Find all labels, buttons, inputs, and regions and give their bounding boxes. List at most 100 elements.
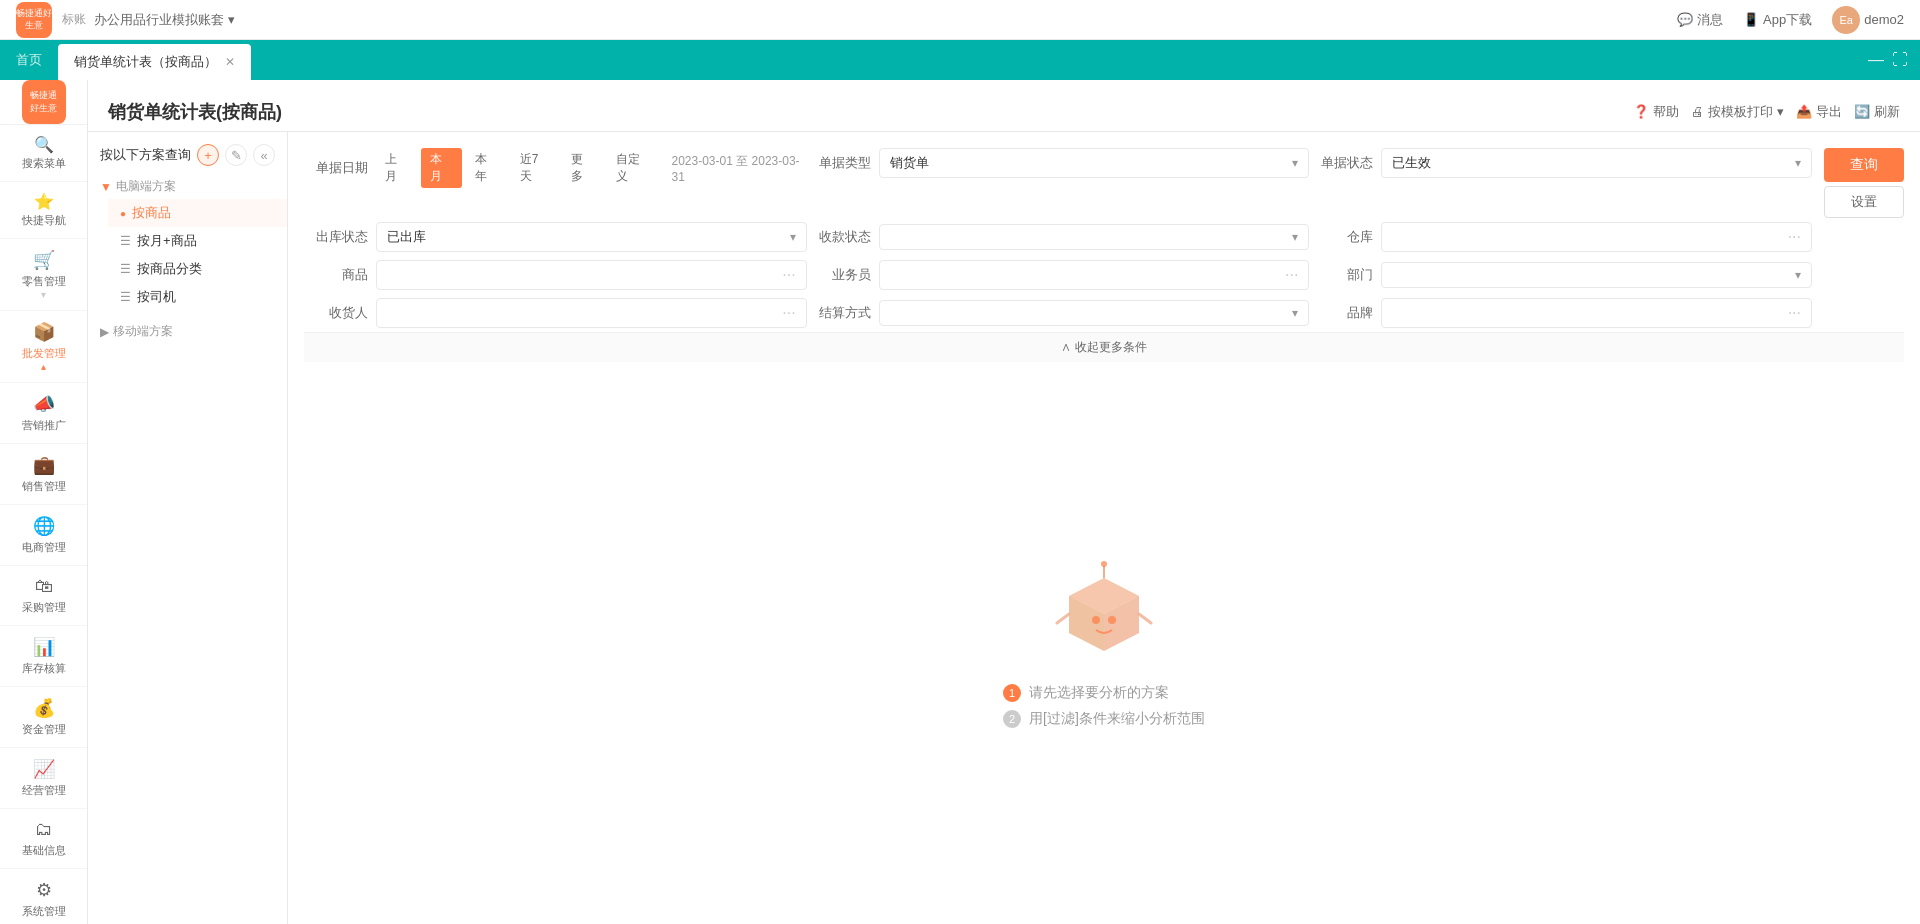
app-download-label: App下载 [1763, 11, 1812, 29]
sidebar-item-operations[interactable]: 📈 经营管理 [0, 748, 87, 809]
salesperson-dots: ··· [1285, 266, 1298, 284]
receiver-input[interactable]: ··· [376, 298, 807, 328]
tab-minimize-icon[interactable]: — [1868, 51, 1884, 69]
content-area: 销货单统计表(按商品) ❓ 帮助 🖨 按模板打印 ▾ 📤 导出 🔄 刷新 [88, 80, 1920, 924]
date-btn-this-year[interactable]: 本年 [466, 148, 507, 188]
department-select[interactable]: ▾ [1381, 262, 1812, 288]
top-header: 畅捷通好生意 标账 办公用品行业模拟账套 ▾ 💬 消息 📱 App下载 Ea d… [0, 0, 1920, 40]
warehouse-group: 仓库 ··· [1309, 222, 1812, 252]
sidebar-item-wholesale[interactable]: 📦 批发管理 ▴ [0, 311, 87, 383]
sidebar-item-sales[interactable]: 💼 销售管理 [0, 444, 87, 505]
mobile-section-title: ▶ 移动端方案 [88, 319, 287, 344]
print-dropdown-icon: ▾ [1777, 104, 1784, 119]
doc-status-select[interactable]: 已生效 ▾ [1381, 148, 1812, 178]
left-panel: 按以下方案查询 + ✎ « ▼ 电脑端方案 ● 按商品 [88, 132, 288, 924]
date-btn-custom[interactable]: 自定义 [607, 148, 659, 188]
sidebar-item-ecommerce[interactable]: 🌐 电商管理 [0, 505, 87, 566]
edit-scheme-btn[interactable]: ✎ [225, 144, 247, 166]
template-print-btn[interactable]: 🖨 按模板打印 ▾ [1691, 103, 1784, 121]
header-left: 畅捷通好生意 标账 办公用品行业模拟账套 ▾ [16, 2, 235, 38]
date-btn-last-7[interactable]: 近7天 [511, 148, 558, 188]
settlement-select[interactable]: ▾ [879, 300, 1310, 326]
filter-doc-type-group: 单据类型 销货单 ▾ [807, 148, 1310, 178]
date-btn-last-month[interactable]: 上月 [376, 148, 417, 188]
warehouse-input[interactable]: ··· [1381, 222, 1812, 252]
scheme-icon-2: ☰ [120, 262, 131, 276]
sidebar-item-system[interactable]: ⚙ 系统管理 [0, 869, 87, 924]
sidebar-search[interactable]: 🔍 搜索菜单 [0, 125, 87, 182]
app-selector[interactable]: 办公用品行业模拟账套 ▾ [94, 11, 235, 29]
scheme-by-month-goods[interactable]: ☰ 按月+商品 [108, 227, 287, 255]
tab-maximize-icon[interactable]: ⛶ [1892, 51, 1908, 69]
inner-layout: 按以下方案查询 + ✎ « ▼ 电脑端方案 ● 按商品 [88, 132, 1920, 924]
collapse-panel-btn[interactable]: « [253, 144, 275, 166]
payment-status-group: 收款状态 ▾ [807, 224, 1310, 250]
tab-bar-actions: — ⛶ [1868, 51, 1920, 69]
receiver-group: 收货人 ··· [304, 298, 807, 328]
sidebar-item-retail[interactable]: 🛒 零售管理 ▾ [0, 239, 87, 311]
ecommerce-label: 电商管理 [22, 540, 66, 555]
date-btn-this-month[interactable]: 本月 [421, 148, 462, 188]
out-status-select[interactable]: 已出库 ▾ [376, 222, 807, 252]
scheme-by-driver[interactable]: ☰ 按司机 [108, 283, 287, 311]
scheme-by-goods[interactable]: ● 按商品 [108, 199, 287, 227]
sidebar-item-basic[interactable]: 🗂 基础信息 [0, 809, 87, 869]
collapse-bar[interactable]: ∧ 收起更多条件 [304, 332, 1904, 362]
empty-illustration-svg [1049, 558, 1159, 668]
salesperson-input[interactable]: ··· [879, 260, 1310, 290]
empty-tips: 1 请先选择要分析的方案 2 用[过滤]条件来缩小分析范围 [1003, 684, 1205, 728]
user-profile[interactable]: Ea demo2 [1832, 6, 1904, 34]
refresh-btn[interactable]: 🔄 刷新 [1854, 103, 1900, 121]
filter-section: 单据日期 上月 本月 本年 近7天 更多 自定义 2023-03-01 至 20… [288, 132, 1920, 362]
query-btn[interactable]: 查询 [1824, 148, 1904, 182]
operations-icon: 📈 [33, 758, 55, 780]
tab-close-icon[interactable]: ✕ [225, 55, 235, 69]
app-download-action[interactable]: 📱 App下载 [1743, 11, 1812, 29]
filter-row-1: 单据日期 上月 本月 本年 近7天 更多 自定义 2023-03-01 至 20… [304, 140, 1904, 218]
settlement-group: 结算方式 ▾ [807, 300, 1310, 326]
inventory-icon: 📊 [33, 636, 55, 658]
payment-status-select[interactable]: ▾ [879, 224, 1310, 250]
tab-home[interactable]: 首页 [0, 40, 58, 80]
tip-text-2: 用[过滤]条件来缩小分析范围 [1029, 710, 1205, 728]
settlement-chevron: ▾ [1292, 306, 1298, 320]
out-status-label: 出库状态 [304, 228, 376, 246]
date-controls: 上月 本月 本年 近7天 更多 自定义 2023-03-01 至 2023-03… [376, 148, 807, 188]
scheme-icon-3: ☰ [120, 290, 131, 304]
sidebar-item-inventory[interactable]: 📊 库存核算 [0, 626, 87, 687]
date-range-text: 2023-03-01 至 2023-03-31 [671, 153, 806, 184]
wholesale-label: 批发管理 [22, 346, 66, 361]
doc-type-select[interactable]: 销货单 ▾ [879, 148, 1310, 178]
goods-input[interactable]: ··· [376, 260, 807, 290]
message-label: 消息 [1697, 11, 1723, 29]
operations-label: 经营管理 [22, 783, 66, 798]
add-scheme-btn[interactable]: + [197, 144, 219, 166]
brand-input[interactable]: ··· [1381, 298, 1812, 328]
filter-row-2: 出库状态 已出库 ▾ 收款状态 ▾ [304, 218, 1904, 256]
finance-label: 资金管理 [22, 722, 66, 737]
sidebar-item-marketing[interactable]: 📣 营销推广 [0, 383, 87, 444]
sidebar-quick-nav[interactable]: ⭐ 快捷导航 [0, 182, 87, 239]
scheme-by-category[interactable]: ☰ 按商品分类 [108, 255, 287, 283]
sidebar-item-purchase[interactable]: 🛍 采购管理 [0, 566, 87, 626]
date-btn-more[interactable]: 更多 [562, 148, 603, 188]
sidebar-item-finance[interactable]: 💰 资金管理 [0, 687, 87, 748]
tab-sales-stats[interactable]: 销货单统计表（按商品） ✕ [58, 44, 251, 80]
tip-text-1: 请先选择要分析的方案 [1029, 684, 1169, 702]
download-icon: 📱 [1743, 12, 1759, 27]
department-label: 部门 [1309, 266, 1381, 284]
export-btn[interactable]: 📤 导出 [1796, 103, 1842, 121]
message-icon: 💬 [1677, 12, 1693, 27]
sidebar-logo: 畅捷通好生意 [0, 80, 87, 125]
svg-point-7 [1101, 561, 1107, 567]
payment-status-label: 收款状态 [807, 228, 879, 246]
settings-btn[interactable]: 设置 [1824, 186, 1904, 218]
message-action[interactable]: 💬 消息 [1677, 11, 1723, 29]
brand-group: 品牌 ··· [1309, 298, 1812, 328]
app-logo: 畅捷通好生意 [16, 2, 52, 38]
ecommerce-icon: 🌐 [33, 515, 55, 537]
help-btn[interactable]: ❓ 帮助 [1633, 103, 1679, 121]
page-header: 销货单统计表(按商品) ❓ 帮助 🖨 按模板打印 ▾ 📤 导出 🔄 刷新 [88, 80, 1920, 132]
basic-icon: 🗂 [35, 819, 53, 840]
svg-line-8 [1057, 614, 1069, 623]
